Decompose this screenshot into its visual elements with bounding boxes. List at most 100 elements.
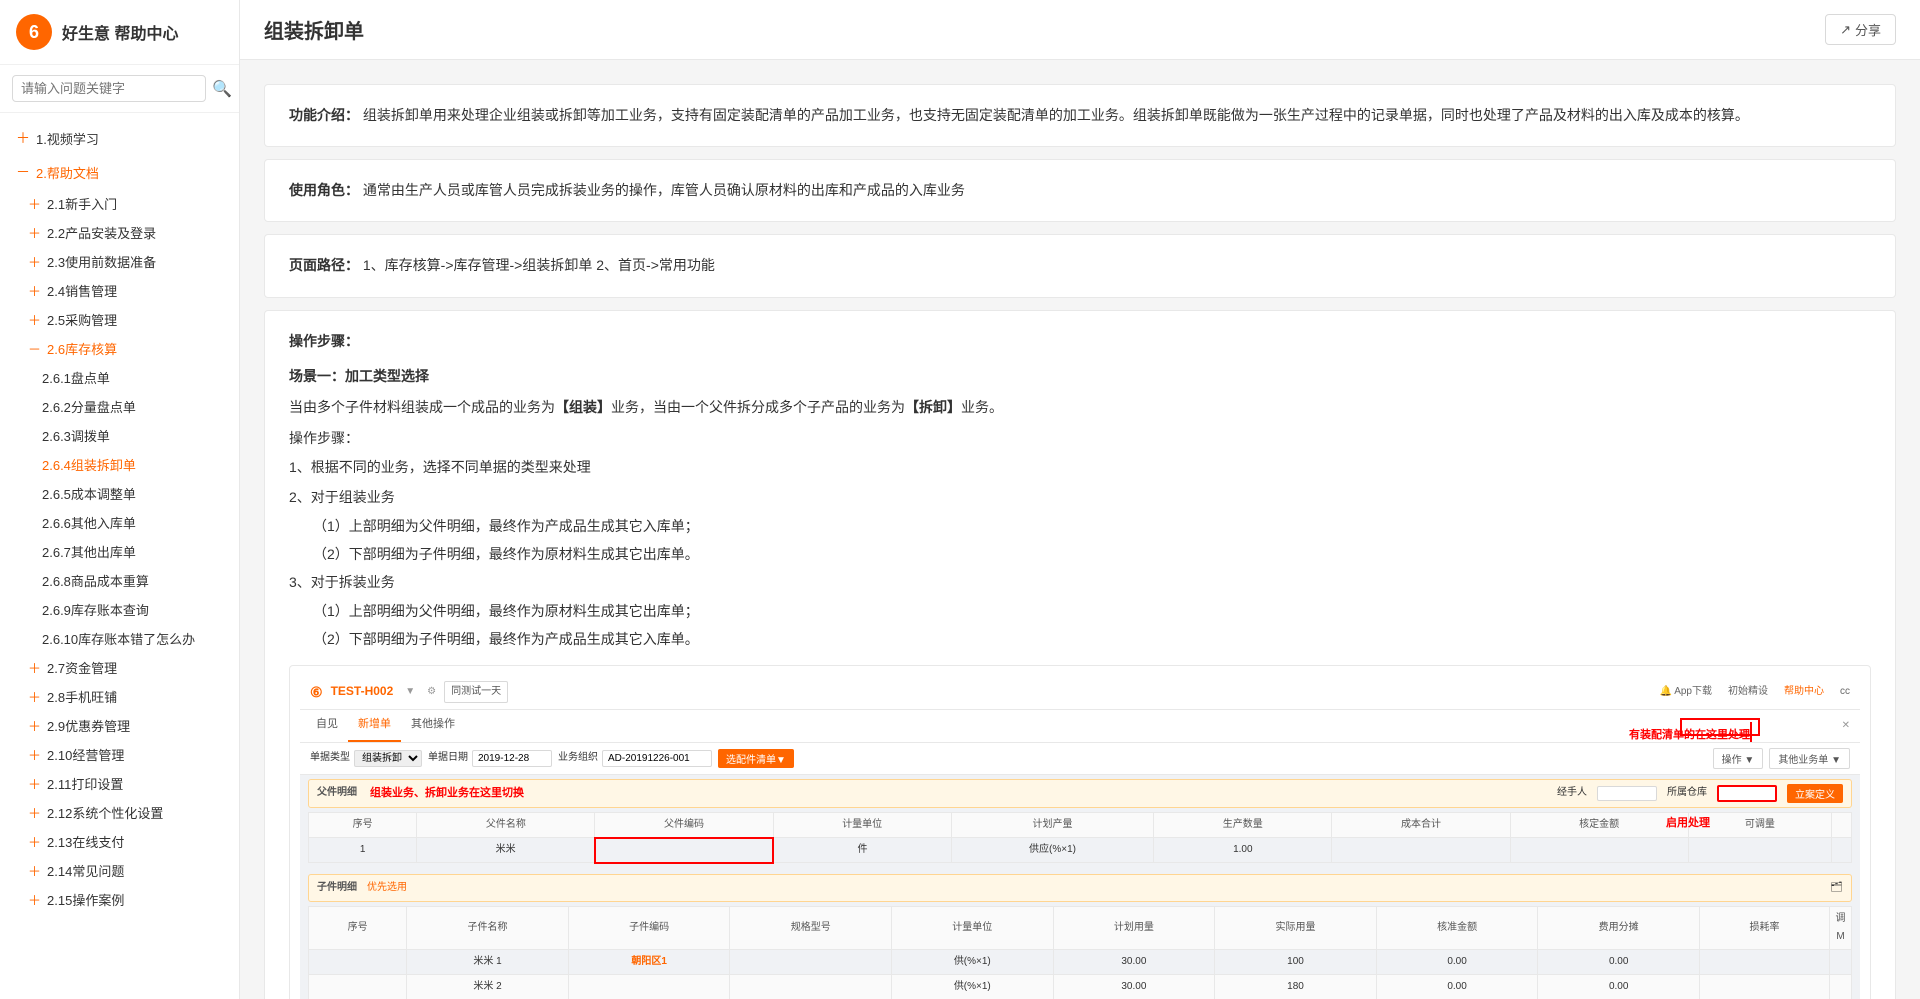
lower-table: 序号 子件名称 子件编码 规格型号 计量单位 计划用量 实际用量 核准金额 费用… (308, 906, 1852, 999)
sidebar-item-2-6-3[interactable]: 2.6.3调拨单 (0, 421, 239, 450)
tab-home[interactable]: 自见 (306, 710, 348, 742)
sidebar-item-label: 2.12系统个性化设置 (47, 803, 163, 822)
sidebar-item-label: 2.11打印设置 (47, 774, 123, 793)
screenshot-container: ⑥ TEST-H002 ▼ ⚙ 同测试一天 🔔 App下载 初始精设 帮助中心 … (289, 665, 1871, 999)
sidebar-item-2-9[interactable]: ＋ 2.9优惠券管理 (0, 711, 239, 740)
sidebar-item-data-prep[interactable]: ＋ 2.3使用前数据准备 (0, 247, 239, 276)
sidebar-item-2-8[interactable]: ＋ 2.8手机旺铺 (0, 682, 239, 711)
doc-type-field: 单据类型 组装拆卸 (310, 749, 422, 767)
confirm-btn[interactable]: 立案定义 (1787, 784, 1843, 803)
lower-table-row: 米米 2 供(%×1) 30.00 180 0.00 0.00 (309, 974, 1852, 999)
col-prod-qty: 生产数量 (1154, 812, 1332, 838)
intro-label: 功能介绍： (289, 107, 359, 123)
app-subtabs: 自见 新增单 其他操作 ✕ (300, 710, 1860, 743)
share-button[interactable]: ↗ 分享 (1825, 14, 1896, 45)
sidebar-item-2-6-7[interactable]: 2.6.7其他出库单 (0, 537, 239, 566)
app-screenshot: ⑥ TEST-H002 ▼ ⚙ 同测试一天 🔔 App下载 初始精设 帮助中心 … (300, 676, 1860, 999)
sidebar-item-purchase[interactable]: ＋ 2.5采购管理 (0, 305, 239, 334)
sidebar-item-video[interactable]: ＋ 1.视频学习 (0, 121, 239, 155)
plus-icon: ＋ (28, 310, 41, 329)
tab-other[interactable]: 其他操作 (401, 710, 465, 742)
doc-date-input[interactable] (472, 750, 552, 767)
sidebar-item-2-10[interactable]: ＋ 2.10经营管理 (0, 740, 239, 769)
minus-icon: － (28, 339, 41, 358)
plus-icon: ＋ (28, 832, 41, 851)
main-body: 功能介绍： 组装拆卸单用来处理企业组装或拆卸等加工业务，支持有固定装配清单的产品… (240, 60, 1920, 999)
role-label: 使用角色： (289, 182, 359, 198)
field-jsy: 经手人 (1557, 784, 1587, 802)
steps-label2: 操作步骤： (289, 426, 1871, 451)
doc-type-select[interactable]: 组装拆卸 (354, 750, 422, 767)
col-parent-code: 父件编码 (595, 812, 773, 838)
operate-btn[interactable]: 操作 ▼ (1713, 748, 1764, 769)
step3-sub2: （2）下部明细为子件明细，最终作为产成品生成其它入库单。 (313, 627, 1871, 652)
steps-card: 操作步骤： 场景一：加工类型选择 当由多个子件材料组装成一个成品的业务为【组装】… (264, 310, 1896, 999)
app-form-toolbar: 单据类型 组装拆卸 单据日期 业务组织 (300, 743, 1860, 775)
sidebar-item-2-6-9[interactable]: 2.6.9库存账本查询 (0, 595, 239, 624)
sidebar-item-label: 2.10经营管理 (47, 745, 124, 764)
other-bill-btn[interactable]: 其他业务单 ▼ (1769, 748, 1850, 769)
sidebar-item-label: 2.9优惠券管理 (47, 716, 130, 735)
sidebar-item-label: 2.14常见问题 (47, 861, 124, 880)
col-action (1832, 812, 1852, 838)
upper-table-row: 1 米米 件 供应(%×1) 1.00 (309, 838, 1852, 863)
sidebar-item-inventory[interactable]: － 2.6库存核算 (0, 334, 239, 363)
sidebar-item-install[interactable]: ＋ 2.2产品安装及登录 (0, 218, 239, 247)
nav-user: cc (1840, 683, 1850, 701)
col-seq: 序号 (309, 812, 417, 838)
jsy-input[interactable] (1597, 786, 1657, 801)
sidebar-item-label: 2.7资金管理 (47, 658, 117, 677)
search-input[interactable] (12, 75, 206, 102)
app-brand: TEST-H002 (331, 681, 394, 703)
sidebar-item-label: 2.帮助文档 (36, 163, 99, 182)
add-row-icon[interactable]: 🗂 (1830, 879, 1843, 897)
plus-icon: ＋ (28, 252, 41, 271)
sidebar-item-label: 1.视频学习 (36, 129, 99, 148)
role-text: 通常由生产人员或库管人员完成拆装业务的操作，库管人员确认原材料的出库和产成品的入… (363, 182, 965, 198)
sidebar-item-2-12[interactable]: ＋ 2.12系统个性化设置 (0, 798, 239, 827)
role-card: 使用角色： 通常由生产人员或库管人员完成拆装业务的操作，库管人员确认原材料的出库… (264, 159, 1896, 222)
steps-title: 操作步骤： (289, 329, 1871, 354)
sidebar-item-2-14[interactable]: ＋ 2.14常见问题 (0, 856, 239, 885)
page-title: 组装拆卸单 (264, 15, 364, 44)
sidebar-item-2-6-1[interactable]: 2.6.1盘点单 (0, 363, 239, 392)
sidebar-item-2-6-6[interactable]: 2.6.6其他入库单 (0, 508, 239, 537)
warehouse-input[interactable] (1717, 785, 1777, 802)
select-bom-btn[interactable]: 选配件清单▼ (718, 749, 794, 768)
nav-init: 初始精设 (1728, 683, 1768, 701)
sidebar-item-2-6-2[interactable]: 2.6.2分量盘点单 (0, 392, 239, 421)
plus-icon: ＋ (28, 281, 41, 300)
intro-card: 功能介绍： 组装拆卸单用来处理企业组装或拆卸等加工业务，支持有固定装配清单的产品… (264, 84, 1896, 147)
sidebar-item-2-13[interactable]: ＋ 2.13在线支付 (0, 827, 239, 856)
sidebar-item-2-15[interactable]: ＋ 2.15操作案例 (0, 885, 239, 914)
search-button[interactable]: 🔍 (212, 79, 232, 99)
scene1-desc: 当由多个子件材料组装成一个成品的业务为【组装】业务，当由一个父件拆分成多个子产品… (289, 395, 1871, 420)
upper-section: 父件明细 经手人 所属仓库 立案定义 序号 (300, 775, 1860, 864)
app-logo-icon: ⑥ (310, 680, 323, 705)
sidebar: 6 好生意 帮助中心 🔍 ＋ 1.视频学习 － 2.帮助文档 ＋ 2.1新手入门… (0, 0, 240, 999)
tab-new[interactable]: 新增单 (348, 710, 401, 742)
sidebar-item-label: 2.6库存核算 (47, 339, 117, 358)
sidebar-item-label: 2.5采购管理 (47, 310, 117, 329)
sidebar-item-docs[interactable]: － 2.帮助文档 (0, 155, 239, 189)
plus-icon: ＋ (28, 774, 41, 793)
lower-table-row: 米米 1 朝阳区1 供(%×1) 30.00 100 0.00 0.00 (309, 949, 1852, 974)
step2-text: 2、对于组装业务 (289, 485, 1871, 510)
logo-text: 好生意 帮助中心 (62, 20, 178, 44)
sidebar-item-sales[interactable]: ＋ 2.4销售管理 (0, 276, 239, 305)
sidebar-item-2-6-5[interactable]: 2.6.5成本调整单 (0, 479, 239, 508)
plus-icon: ＋ (28, 658, 41, 677)
sidebar-item-2-6-4[interactable]: 2.6.4组装拆卸单 (0, 450, 239, 479)
col-adj-qty: 可调量 (1688, 812, 1831, 838)
close-icon[interactable]: ✕ (1838, 713, 1854, 739)
sidebar-item-2-11[interactable]: ＋ 2.11打印设置 (0, 769, 239, 798)
col-approved-amt: 核定金额 (1510, 812, 1688, 838)
business-input[interactable] (602, 750, 712, 767)
col-parent-name: 父件名称 (417, 812, 595, 838)
sidebar-item-2-6-10[interactable]: 2.6.10库存账本错了怎么办 (0, 624, 239, 653)
plus-icon: ＋ (28, 223, 41, 242)
sidebar-item-new[interactable]: ＋ 2.1新手入门 (0, 189, 239, 218)
page-header: 组装拆卸单 ↗ 分享 (240, 0, 1920, 60)
sidebar-item-2-6-8[interactable]: 2.6.8商品成本重算 (0, 566, 239, 595)
sidebar-item-2-7[interactable]: ＋ 2.7资金管理 (0, 653, 239, 682)
